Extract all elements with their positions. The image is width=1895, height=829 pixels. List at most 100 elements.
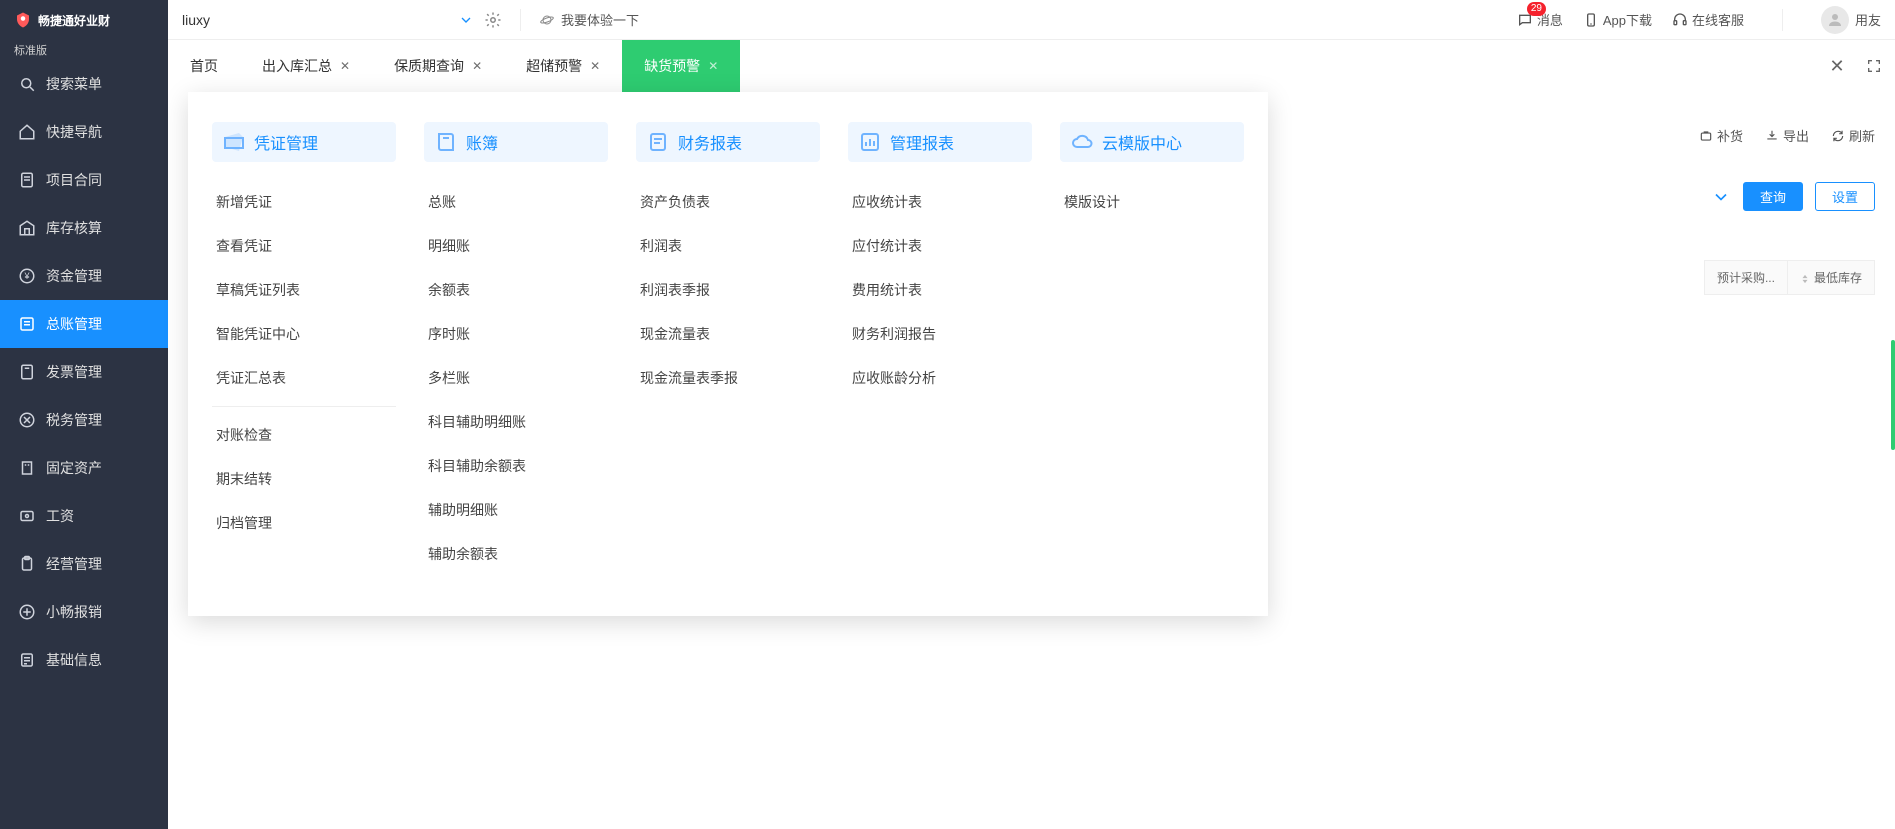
tenant-name: liuxy xyxy=(182,12,448,28)
sidebar-item-quick-nav[interactable]: 快捷导航 xyxy=(0,108,168,156)
export-icon xyxy=(1765,129,1779,143)
mega-item[interactable]: 辅助余额表 xyxy=(424,532,608,576)
mega-item[interactable]: 利润表季报 xyxy=(636,268,820,312)
mega-item[interactable]: 草稿凭证列表 xyxy=(212,268,396,312)
divider xyxy=(1782,9,1783,31)
close-icon[interactable]: ✕ xyxy=(708,59,718,73)
app-download-button[interactable]: App下载 xyxy=(1583,10,1652,29)
side-handle[interactable] xyxy=(1891,340,1895,450)
mega-head-voucher: 凭证管理 xyxy=(212,122,396,162)
gear-icon[interactable] xyxy=(484,11,502,29)
customer-service-button[interactable]: 在线客服 xyxy=(1672,10,1744,29)
sidebar-item-salary[interactable]: 工资 xyxy=(0,492,168,540)
sidebar-item-label: 搜索菜单 xyxy=(46,74,102,94)
sidebar-item-general-ledger[interactable]: 总账管理 xyxy=(0,300,168,348)
column-header-expected-purchase[interactable]: 预计采购... xyxy=(1704,260,1787,295)
invoice-icon xyxy=(18,363,36,381)
sidebar-item-invoice[interactable]: 发票管理 xyxy=(0,348,168,396)
close-icon[interactable]: ✕ xyxy=(472,59,482,73)
restock-label: 补货 xyxy=(1717,126,1743,145)
report-icon xyxy=(646,130,670,154)
expense-icon xyxy=(18,603,36,621)
mega-item[interactable]: 财务利润报告 xyxy=(848,312,1032,356)
mega-item[interactable]: 查看凭证 xyxy=(212,224,396,268)
mega-item[interactable]: 凭证汇总表 xyxy=(212,356,396,400)
sidebar-item-funds[interactable]: ¥ 资金管理 xyxy=(0,252,168,300)
mega-item[interactable]: 应收账龄分析 xyxy=(848,356,1032,400)
mega-item[interactable]: 期末结转 xyxy=(212,457,396,501)
mega-item[interactable]: 序时账 xyxy=(424,312,608,356)
cloud-icon xyxy=(1070,130,1094,154)
mega-item[interactable]: 智能凭证中心 xyxy=(212,312,396,356)
mega-item[interactable]: 现金流量表季报 xyxy=(636,356,820,400)
mega-col-ledger: 账簿 总账 明细账 余额表 序时账 多栏账 科目辅助明细账 科目辅助余额表 辅助… xyxy=(410,122,622,576)
tenant-selector[interactable]: liuxy xyxy=(182,0,502,40)
fullscreen-icon[interactable] xyxy=(1865,57,1883,75)
user-menu[interactable]: 用友 xyxy=(1821,6,1881,34)
messages-button[interactable]: 29 消息 xyxy=(1517,10,1563,29)
tab-home[interactable]: 首页 xyxy=(168,40,240,92)
mega-col-management-reports: 管理报表 应收统计表 应付统计表 费用统计表 财务利润报告 应收账龄分析 xyxy=(834,122,1046,576)
mega-head-management: 管理报表 xyxy=(848,122,1032,162)
sidebar-item-expense[interactable]: 小畅报销 xyxy=(0,588,168,636)
close-icon[interactable]: ✕ xyxy=(590,59,600,73)
export-button[interactable]: 导出 xyxy=(1765,126,1809,145)
sidebar-item-label: 资金管理 xyxy=(46,266,102,286)
mega-item[interactable]: 费用统计表 xyxy=(848,268,1032,312)
mega-item[interactable]: 模版设计 xyxy=(1060,180,1244,224)
customer-service-label: 在线客服 xyxy=(1692,10,1744,29)
column-label: 最低库存 xyxy=(1814,269,1862,286)
mega-item[interactable]: 余额表 xyxy=(424,268,608,312)
avatar-icon xyxy=(1821,6,1849,34)
mega-head-label: 管理报表 xyxy=(890,130,954,154)
mega-item[interactable]: 明细账 xyxy=(424,224,608,268)
try-experience[interactable]: 我要体验一下 xyxy=(539,10,639,29)
tab-shelf-life[interactable]: 保质期查询 ✕ xyxy=(372,40,504,92)
mega-item[interactable]: 新增凭证 xyxy=(212,180,396,224)
sidebar-item-basic-info[interactable]: 基础信息 xyxy=(0,636,168,684)
sidebar-item-search-menu[interactable]: 搜索菜单 xyxy=(0,60,168,108)
chevron-down-icon[interactable] xyxy=(458,12,474,28)
mega-item[interactable]: 应收统计表 xyxy=(848,180,1032,224)
mega-item[interactable]: 辅助明细账 xyxy=(424,488,608,532)
list-icon xyxy=(18,651,36,669)
mega-item[interactable]: 科目辅助余额表 xyxy=(424,444,608,488)
mega-item[interactable]: 应付统计表 xyxy=(848,224,1032,268)
sidebar-item-label: 工资 xyxy=(46,506,74,526)
tab-shortage[interactable]: 缺货预警 ✕ xyxy=(622,40,740,92)
mega-item[interactable]: 归档管理 xyxy=(212,501,396,545)
sidebar-item-fixed-assets[interactable]: 固定资产 xyxy=(0,444,168,492)
sidebar-item-label: 固定资产 xyxy=(46,458,102,478)
filter-chevron-down-icon[interactable] xyxy=(1711,187,1731,207)
mega-item[interactable]: 资产负债表 xyxy=(636,180,820,224)
sidebar-item-label: 库存核算 xyxy=(46,218,102,238)
sort-icon[interactable] xyxy=(1800,274,1808,282)
sidebar-item-label: 总账管理 xyxy=(46,314,102,334)
header: liuxy 我要体验一下 29 消息 App下载 在线客服 用友 xyxy=(168,0,1895,40)
mega-item[interactable]: 对账检查 xyxy=(212,413,396,457)
mega-col-financial-reports: 财务报表 资产负债表 利润表 利润表季报 现金流量表 现金流量表季报 xyxy=(622,122,834,576)
close-all-tabs-icon[interactable]: ✕ xyxy=(1821,50,1853,82)
try-label: 我要体验一下 xyxy=(561,10,639,29)
mega-item[interactable]: 多栏账 xyxy=(424,356,608,400)
tab-overstock[interactable]: 超储预警 ✕ xyxy=(504,40,622,92)
restock-button[interactable]: 补货 xyxy=(1699,126,1743,145)
ticket-icon xyxy=(222,130,246,154)
mega-item[interactable]: 总账 xyxy=(424,180,608,224)
close-icon[interactable]: ✕ xyxy=(340,59,350,73)
sidebar-item-operation[interactable]: 经营管理 xyxy=(0,540,168,588)
sidebar-item-inventory[interactable]: 库存核算 xyxy=(0,204,168,252)
phone-icon xyxy=(1583,12,1599,28)
tab-inout-summary[interactable]: 出入库汇总 ✕ xyxy=(240,40,372,92)
settings-button[interactable]: 设置 xyxy=(1815,182,1875,211)
sidebar-item-tax[interactable]: 税务管理 xyxy=(0,396,168,444)
tab-label: 超储预警 xyxy=(526,56,582,76)
refresh-button[interactable]: 刷新 xyxy=(1831,126,1875,145)
column-header-min-stock[interactable]: 最低库存 xyxy=(1787,260,1875,295)
mega-item[interactable]: 现金流量表 xyxy=(636,312,820,356)
mega-item[interactable]: 利润表 xyxy=(636,224,820,268)
mega-item[interactable]: 科目辅助明细账 xyxy=(424,400,608,444)
search-button[interactable]: 查询 xyxy=(1743,182,1803,211)
clipboard-icon xyxy=(18,555,36,573)
sidebar-item-project-contract[interactable]: 项目合同 xyxy=(0,156,168,204)
